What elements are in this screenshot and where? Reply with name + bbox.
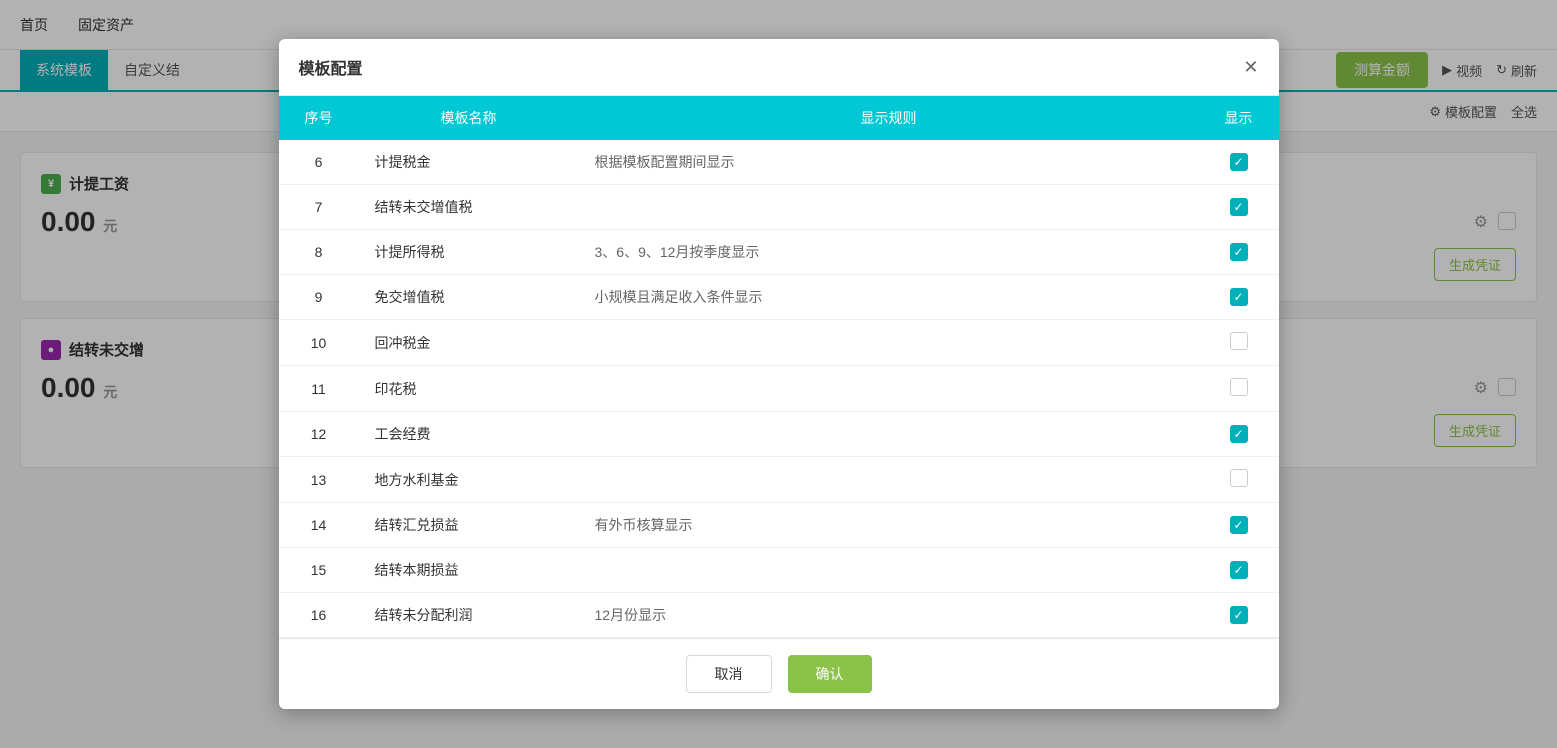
cancel-button[interactable]: 取消 [686, 655, 772, 693]
row-checkbox[interactable] [1230, 561, 1248, 579]
cell-rule: 12月份显示 [579, 593, 1199, 638]
cell-seq: 15 [279, 548, 359, 593]
cell-seq: 12 [279, 412, 359, 457]
cell-checkbox [1199, 230, 1279, 275]
cell-checkbox [1199, 320, 1279, 366]
cell-name: 结转未分配利润 [359, 593, 579, 638]
cell-seq: 6 [279, 140, 359, 185]
cell-seq: 16 [279, 593, 359, 638]
cell-name: 计提税金 [359, 140, 579, 185]
confirm-button[interactable]: 确认 [788, 655, 872, 693]
cell-seq: 8 [279, 230, 359, 275]
cell-seq: 14 [279, 503, 359, 548]
modal-header: 模板配置 ✕ [279, 39, 1279, 96]
cell-seq: 13 [279, 457, 359, 503]
row-checkbox[interactable] [1230, 469, 1248, 487]
row-checkbox[interactable] [1230, 425, 1248, 443]
cell-name: 地方水利基金 [359, 457, 579, 503]
cell-checkbox [1199, 503, 1279, 548]
cell-checkbox [1199, 548, 1279, 593]
cell-rule [579, 412, 1199, 457]
cell-checkbox [1199, 366, 1279, 412]
cell-checkbox [1199, 185, 1279, 230]
table-body: 6计提税金根据模板配置期间显示7结转未交增值税8计提所得税3、6、9、12月按季… [279, 140, 1279, 638]
table-row: 12工会经费 [279, 412, 1279, 457]
cell-name: 工会经费 [359, 412, 579, 457]
cell-name: 结转本期损益 [359, 548, 579, 593]
cell-seq: 9 [279, 275, 359, 320]
table-row: 11印花税 [279, 366, 1279, 412]
modal-overlay: 模板配置 ✕ 序号 模板名称 显示规则 显示 6计提税金根据模板配置期间显示7结… [0, 0, 1557, 748]
table-row: 9免交增值税小规模且满足收入条件显示 [279, 275, 1279, 320]
cell-checkbox [1199, 412, 1279, 457]
cell-rule [579, 320, 1199, 366]
table-row: 14结转汇兑损益有外币核算显示 [279, 503, 1279, 548]
cell-rule [579, 366, 1199, 412]
cell-seq: 11 [279, 366, 359, 412]
cell-checkbox [1199, 275, 1279, 320]
table-header: 序号 模板名称 显示规则 显示 [279, 96, 1279, 140]
table-row: 13地方水利基金 [279, 457, 1279, 503]
cell-rule [579, 548, 1199, 593]
table-row: 6计提税金根据模板配置期间显示 [279, 140, 1279, 185]
cell-checkbox [1199, 140, 1279, 185]
cell-name: 计提所得税 [359, 230, 579, 275]
row-checkbox[interactable] [1230, 153, 1248, 171]
row-checkbox[interactable] [1230, 378, 1248, 396]
col-name: 模板名称 [359, 96, 579, 140]
row-checkbox[interactable] [1230, 606, 1248, 624]
cell-name: 免交增值税 [359, 275, 579, 320]
modal-close-button[interactable]: ✕ [1243, 58, 1258, 76]
cell-rule [579, 185, 1199, 230]
col-seq: 序号 [279, 96, 359, 140]
row-checkbox[interactable] [1230, 288, 1248, 306]
template-config-modal: 模板配置 ✕ 序号 模板名称 显示规则 显示 6计提税金根据模板配置期间显示7结… [279, 39, 1279, 709]
table-row: 7结转未交增值税 [279, 185, 1279, 230]
config-table: 序号 模板名称 显示规则 显示 6计提税金根据模板配置期间显示7结转未交增值税8… [279, 96, 1279, 638]
cell-rule: 小规模且满足收入条件显示 [579, 275, 1199, 320]
cell-rule: 根据模板配置期间显示 [579, 140, 1199, 185]
cell-rule: 3、6、9、12月按季度显示 [579, 230, 1199, 275]
cell-name: 结转未交增值税 [359, 185, 579, 230]
cell-name: 印花税 [359, 366, 579, 412]
table-row: 16结转未分配利润12月份显示 [279, 593, 1279, 638]
table-row: 10回冲税金 [279, 320, 1279, 366]
cell-rule: 有外币核算显示 [579, 503, 1199, 548]
row-checkbox[interactable] [1230, 198, 1248, 216]
cell-rule [579, 457, 1199, 503]
cell-checkbox [1199, 593, 1279, 638]
cell-seq: 7 [279, 185, 359, 230]
cell-checkbox [1199, 457, 1279, 503]
cell-name: 结转汇兑损益 [359, 503, 579, 548]
table-row: 15结转本期损益 [279, 548, 1279, 593]
modal-footer: 取消 确认 [279, 638, 1279, 709]
col-rule: 显示规则 [579, 96, 1199, 140]
cell-name: 回冲税金 [359, 320, 579, 366]
col-display: 显示 [1199, 96, 1279, 140]
row-checkbox[interactable] [1230, 243, 1248, 261]
table-row: 8计提所得税3、6、9、12月按季度显示 [279, 230, 1279, 275]
modal-title: 模板配置 [299, 55, 363, 79]
cell-seq: 10 [279, 320, 359, 366]
row-checkbox[interactable] [1230, 332, 1248, 350]
modal-body: 序号 模板名称 显示规则 显示 6计提税金根据模板配置期间显示7结转未交增值税8… [279, 96, 1279, 638]
row-checkbox[interactable] [1230, 516, 1248, 534]
